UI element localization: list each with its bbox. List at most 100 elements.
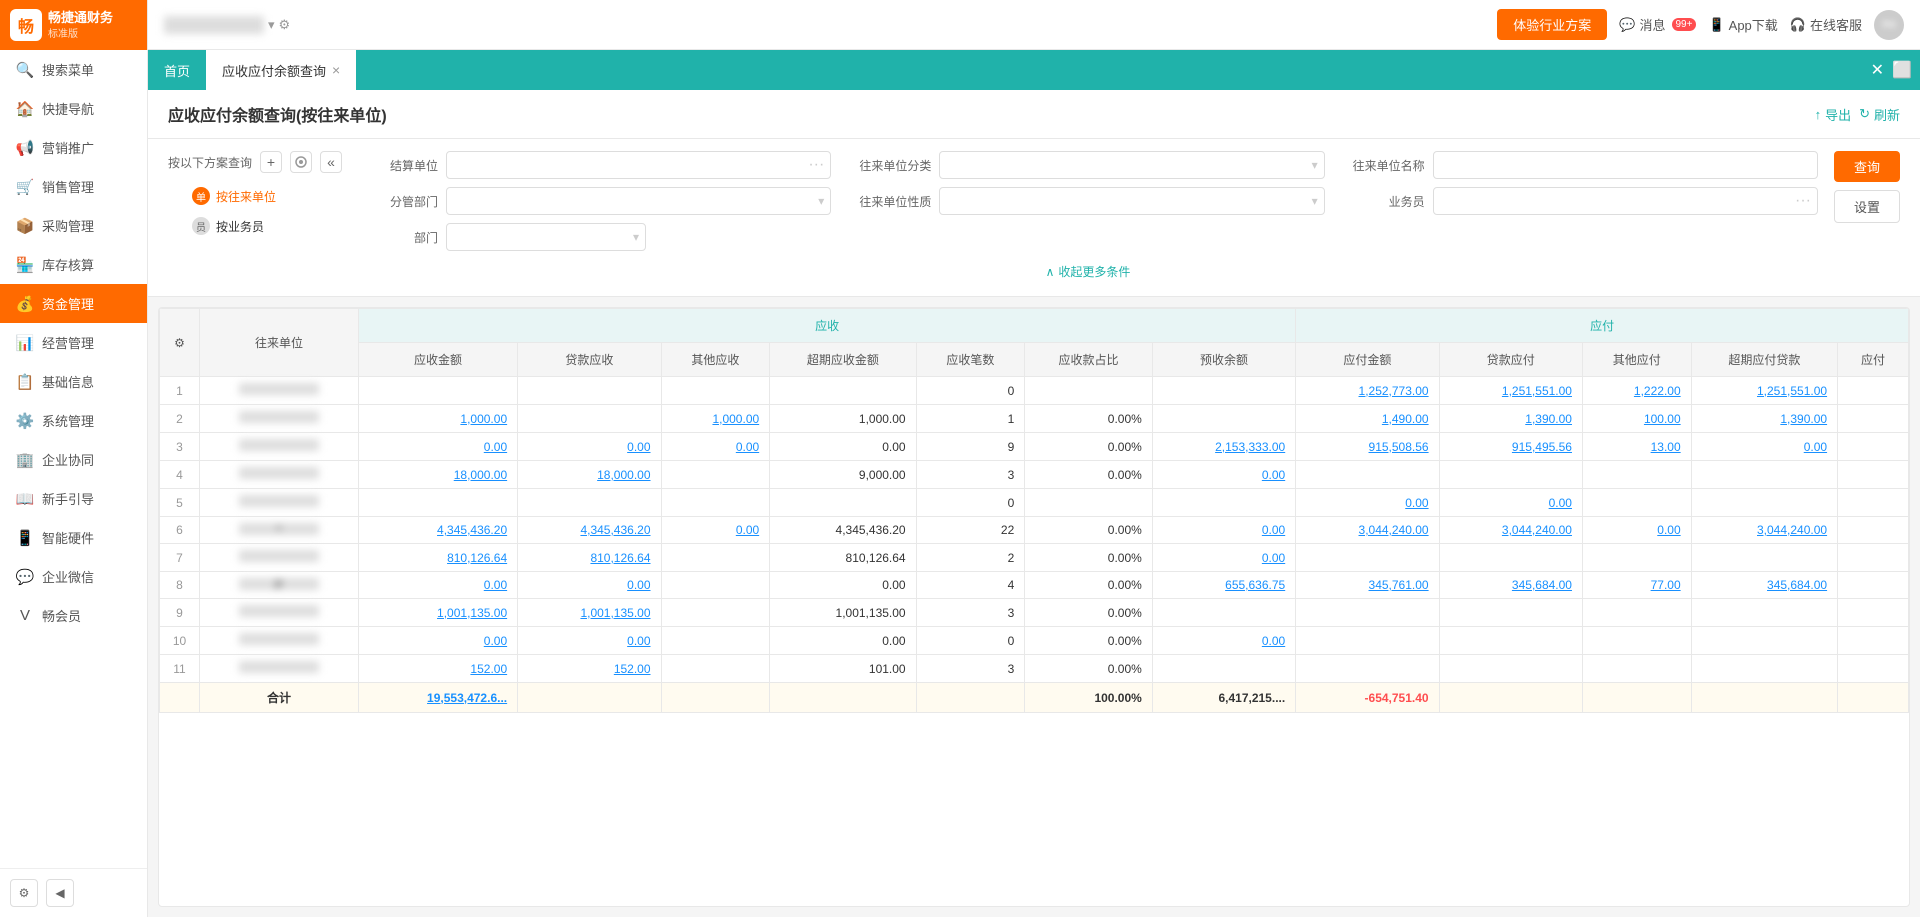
table-cell[interactable]: 915,508.56 bbox=[1296, 433, 1439, 461]
user-avatar[interactable]: Rit bbox=[1874, 10, 1904, 40]
refresh-button[interactable]: ↻ 刷新 bbox=[1859, 105, 1900, 124]
table-cell[interactable]: 3,044,240.00 bbox=[1691, 517, 1837, 544]
table-cell[interactable]: 1,490.00 bbox=[1296, 405, 1439, 433]
sidebar-item-operation[interactable]: 📊 经营管理 bbox=[0, 323, 147, 362]
collapse-scheme-btn[interactable]: « bbox=[320, 151, 342, 173]
table-cell[interactable]: 0.00 bbox=[1582, 517, 1691, 544]
export-button[interactable]: ↑ 导出 bbox=[1815, 105, 1852, 124]
dept-input[interactable]: ▾ bbox=[446, 187, 831, 215]
table-cell bbox=[1152, 599, 1295, 627]
footer-ar-amount[interactable]: 19,553,472.6... bbox=[359, 683, 518, 713]
staff-input[interactable]: ··· bbox=[1433, 187, 1818, 215]
table-cell[interactable]: 0.00 bbox=[1152, 627, 1295, 655]
table-cell[interactable]: 0.00 bbox=[518, 433, 661, 461]
add-scheme-btn[interactable]: + bbox=[260, 151, 282, 173]
table-cell[interactable]: 1,251,551.00 bbox=[1691, 377, 1837, 405]
sidebar-item-quick-nav[interactable]: 🏠 快捷导航 bbox=[0, 89, 147, 128]
unit-name-input[interactable] bbox=[1433, 151, 1818, 179]
sidebar-item-purchase[interactable]: 📦 采购管理 bbox=[0, 206, 147, 245]
filter-option-by-staff[interactable]: 员 按业务员 bbox=[184, 213, 342, 239]
table-cell[interactable]: 0.00 bbox=[359, 572, 518, 599]
unit-category-input[interactable]: ▾ bbox=[939, 151, 1324, 179]
table-cell[interactable]: 0.00 bbox=[1152, 517, 1295, 544]
table-cell[interactable]: 0.00 bbox=[359, 627, 518, 655]
table-cell[interactable]: 4,345,436.20 bbox=[359, 517, 518, 544]
table-cell[interactable]: 0.00 bbox=[1152, 461, 1295, 489]
table-cell[interactable]: 3,044,240.00 bbox=[1296, 517, 1439, 544]
breadcrumb-select[interactable]: ▾ bbox=[164, 16, 275, 34]
table-cell[interactable]: 1,000.00 bbox=[359, 405, 518, 433]
table-cell[interactable]: 77.00 bbox=[1582, 572, 1691, 599]
table-cell[interactable]: 0.00 bbox=[661, 433, 770, 461]
table-cell[interactable]: 1,001,135.00 bbox=[518, 599, 661, 627]
sidebar-item-search[interactable]: 🔍 搜索菜单 bbox=[0, 50, 147, 89]
tab-ar-ap[interactable]: 应收应付余额查询 × bbox=[206, 50, 356, 90]
filter-option-by-unit[interactable]: 单 按往来单位 bbox=[184, 183, 342, 209]
table-cell[interactable]: 655,636.75 bbox=[1152, 572, 1295, 599]
sidebar-item-corp[interactable]: 🏢 企业协同 bbox=[0, 440, 147, 479]
sidebar-item-finance[interactable]: 💰 资金管理 bbox=[0, 284, 147, 323]
table-cell[interactable]: 1,390.00 bbox=[1439, 405, 1582, 433]
query-button[interactable]: 查询 bbox=[1834, 151, 1900, 182]
table-cell[interactable]: 0.00 bbox=[661, 517, 770, 544]
message-button[interactable]: 💬 消息 99+ bbox=[1619, 15, 1696, 34]
table-cell[interactable]: 0.00 bbox=[1296, 489, 1439, 517]
tab-home[interactable]: 首页 bbox=[148, 50, 206, 90]
table-cell[interactable]: 345,684.00 bbox=[1439, 572, 1582, 599]
unit-type-input[interactable]: ▾ bbox=[939, 187, 1324, 215]
table-cell[interactable]: 345,761.00 bbox=[1296, 572, 1439, 599]
settlement-input[interactable]: ··· bbox=[446, 151, 831, 179]
sidebar-item-system[interactable]: ⚙️ 系统管理 bbox=[0, 401, 147, 440]
sidebar-item-marketing[interactable]: 📢 营销推广 bbox=[0, 128, 147, 167]
table-cell[interactable]: 1,001,135.00 bbox=[359, 599, 518, 627]
online-service-button[interactable]: 🎧 在线客服 bbox=[1790, 15, 1862, 34]
table-cell bbox=[1838, 599, 1909, 627]
table-cell[interactable]: 1,390.00 bbox=[1691, 405, 1837, 433]
industry-solution-button[interactable]: 体验行业方案 bbox=[1497, 9, 1607, 40]
table-cell[interactable]: 915,495.56 bbox=[1439, 433, 1582, 461]
gear-icon[interactable]: ⚙ bbox=[279, 17, 291, 33]
subdept-input[interactable]: ▾ bbox=[446, 223, 646, 251]
table-cell[interactable]: 152.00 bbox=[359, 655, 518, 683]
edit-scheme-btn[interactable] bbox=[290, 151, 312, 173]
table-cell[interactable]: 345,684.00 bbox=[1691, 572, 1837, 599]
table-settings-col[interactable]: ⚙ bbox=[160, 309, 200, 377]
tab-maximize-icon[interactable]: ⬜ bbox=[1892, 60, 1912, 80]
table-cell[interactable]: 0.00 bbox=[1439, 489, 1582, 517]
table-cell[interactable]: 3,044,240.00 bbox=[1439, 517, 1582, 544]
sidebar-item-inventory[interactable]: 🏪 库存核算 bbox=[0, 245, 147, 284]
tab-close-window-icon[interactable]: ✕ bbox=[1871, 60, 1884, 80]
table-cell[interactable]: 18,000.00 bbox=[359, 461, 518, 489]
collapse-filter-btn[interactable]: ∧ 收起更多条件 bbox=[358, 259, 1818, 284]
table-cell[interactable]: 152.00 bbox=[518, 655, 661, 683]
table-cell[interactable]: 2,153,333.00 bbox=[1152, 433, 1295, 461]
table-cell[interactable]: 810,126.64 bbox=[359, 544, 518, 572]
sidebar-item-sales[interactable]: 🛒 销售管理 bbox=[0, 167, 147, 206]
table-cell[interactable]: 0.00 bbox=[1152, 544, 1295, 572]
sidebar-item-wechat[interactable]: 💬 企业微信 bbox=[0, 557, 147, 596]
table-cell[interactable]: 18,000.00 bbox=[518, 461, 661, 489]
sidebar-item-basic[interactable]: 📋 基础信息 bbox=[0, 362, 147, 401]
table-cell[interactable]: 4,345,436.20 bbox=[518, 517, 661, 544]
sidebar-collapse-btn[interactable]: ◀ bbox=[46, 879, 74, 907]
table-cell[interactable]: 13.00 bbox=[1582, 433, 1691, 461]
tab-close-icon[interactable]: × bbox=[332, 62, 340, 78]
sidebar-footer: ⚙ ◀ bbox=[0, 868, 147, 917]
table-cell[interactable]: 0.00 bbox=[1691, 433, 1837, 461]
table-cell[interactable]: 0.00 bbox=[359, 433, 518, 461]
table-cell[interactable]: 1,222.00 bbox=[1582, 377, 1691, 405]
sidebar-item-guide[interactable]: 📖 新手引导 bbox=[0, 479, 147, 518]
table-cell bbox=[661, 377, 770, 405]
table-cell[interactable]: 1,251,551.00 bbox=[1439, 377, 1582, 405]
table-cell[interactable]: 0.00 bbox=[518, 627, 661, 655]
sidebar-item-hardware[interactable]: 📱 智能硬件 bbox=[0, 518, 147, 557]
settings-button[interactable]: 设置 bbox=[1834, 190, 1900, 223]
table-cell[interactable]: 0.00 bbox=[518, 572, 661, 599]
table-cell[interactable]: 1,252,773.00 bbox=[1296, 377, 1439, 405]
app-download-button[interactable]: 📱 App下载 bbox=[1708, 15, 1777, 34]
table-cell[interactable]: 810,126.64 bbox=[518, 544, 661, 572]
sidebar-settings-btn[interactable]: ⚙ bbox=[10, 879, 38, 907]
table-cell[interactable]: 1,000.00 bbox=[661, 405, 770, 433]
sidebar-item-member[interactable]: V 畅会员 bbox=[0, 596, 147, 635]
table-cell[interactable]: 100.00 bbox=[1582, 405, 1691, 433]
